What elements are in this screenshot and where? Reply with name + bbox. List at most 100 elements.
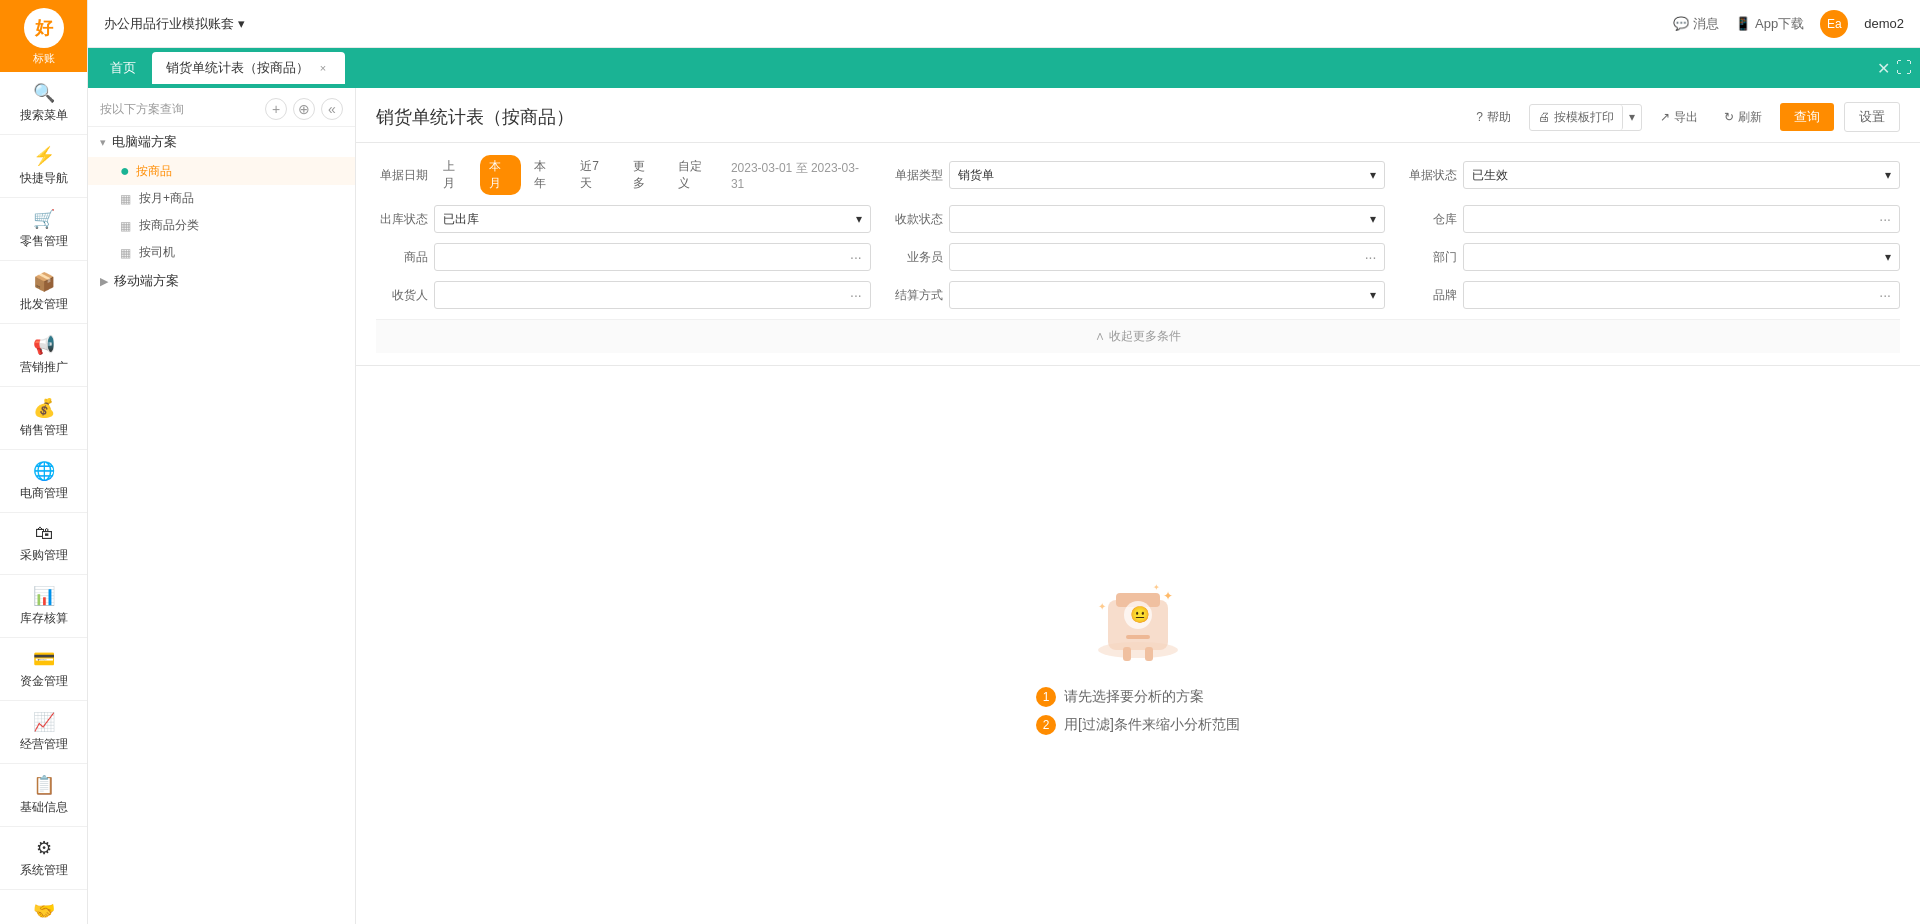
tree-group-mobile[interactable]: ▶ 移动端方案 [88,266,355,296]
page-title: 销货单统计表（按商品） [376,105,574,129]
user-name[interactable]: demo2 [1864,16,1904,31]
brand-dots-icon: ··· [1879,287,1891,303]
tree-sub-icon-1: ▦ [120,192,131,206]
collapse-bar[interactable]: ∧ 收起更多条件 [376,319,1900,353]
empty-state: 😐 ✦ ✦ ✦ 1 请先选择要分析的方案 [356,366,1920,924]
date-this-year-button[interactable]: 本年 [525,155,567,195]
sidebar-item-wholesale[interactable]: 📦 批发管理 [0,261,87,324]
doc-type-label: 单据类型 [891,167,943,184]
help-button[interactable]: ? 帮助 [1468,105,1519,130]
salesman-select[interactable]: ··· [949,243,1386,271]
sidebar-item-ecommerce[interactable]: 🌐 电商管理 [0,450,87,513]
sidebar-item-purchase[interactable]: 🛍 采购管理 [0,513,87,575]
export-button[interactable]: ↗ 导出 [1652,105,1706,130]
right-content: 销货单统计表（按商品） ? 帮助 🖨 按模板打印 ▾ [356,88,1920,924]
empty-illustration: 😐 ✦ ✦ ✦ [1078,555,1198,675]
chevron-down-icon-dept: ▾ [1885,250,1891,264]
collapse-label: ∧ 收起更多条件 [1095,329,1180,343]
dept-select[interactable]: ▾ [1463,243,1900,271]
tree-group-desktop[interactable]: ▾ 电脑端方案 [88,127,355,157]
sidebar-item-sales[interactable]: 💰 销售管理 [0,387,87,450]
window-maximize-icon[interactable]: ⛶ [1896,59,1912,77]
sidebar-item-finance[interactable]: 💳 资金管理 [0,638,87,701]
tabbar: 首页 销货单统计表（按商品） × ✕ ⛶ [88,48,1920,88]
basic-icon: 📋 [33,774,55,796]
doc-type-select[interactable]: 销货单 ▾ [949,161,1386,189]
sidebar-item-operation[interactable]: 📈 经营管理 [0,701,87,764]
app-download-button[interactable]: 📱 App下载 [1735,15,1804,33]
logo-area[interactable]: 好 标账 [0,0,87,72]
tree-item-label-2: 按月+商品 [139,190,194,207]
goods-select[interactable]: ··· [434,243,871,271]
search-icon: 🔍 [33,82,55,104]
collapse-panel-button[interactable]: « [321,98,343,120]
sidebar-item-inventory[interactable]: 📊 库存核算 [0,575,87,638]
download-icon: 📱 [1735,16,1751,31]
topbar-right: 💬 消息 📱 App下载 Ea demo2 [1673,10,1904,38]
page-actions: ? 帮助 🖨 按模板打印 ▾ ↗ 导出 [1468,102,1900,132]
enterprise-icon: 🤝 [33,900,55,922]
template-print-button[interactable]: 🖨 按模板打印 [1530,105,1623,130]
date-more-button[interactable]: 更多 [624,155,666,195]
industry-name: 办公用品行业模拟账套 [104,15,234,33]
date-last-month-button[interactable]: 上月 [434,155,476,195]
window-close-icon[interactable]: ✕ [1877,59,1890,78]
sidebar-item-search[interactable]: 🔍 搜索菜单 [0,72,87,135]
scheme-tree: ▾ 电脑端方案 ● 按商品 ▦ 按月+商品 ▦ 按商品分类 ▦ 按司 [88,127,355,296]
sidebar-item-system[interactable]: ⚙ 系统管理 [0,827,87,890]
doc-status-select[interactable]: 已生效 ▾ [1463,161,1900,189]
date-this-month-button[interactable]: 本月 [480,155,522,195]
collect-status-select[interactable]: ▾ [949,205,1386,233]
refresh-button[interactable]: ↻ 刷新 [1716,105,1770,130]
tab-report-label: 销货单统计表（按商品） [166,59,309,77]
avatar[interactable]: Ea [1820,10,1848,38]
settle-select[interactable]: ▾ [949,281,1386,309]
tab-close-icon[interactable]: × [315,60,331,76]
scheme-query-title: 按以下方案查询 [100,101,184,118]
tab-home[interactable]: 首页 [96,52,150,84]
tree-item-by-category[interactable]: ▦ 按商品分类 [88,212,355,239]
template-print-arrow-button[interactable]: ▾ [1623,106,1641,128]
filter-warehouse: 仓库 ··· [1405,205,1900,233]
date-filter: 上月 本月 本年 近7天 更多 自定义 2023-03-01 至 2023-03… [434,155,871,195]
tab-home-label: 首页 [110,59,136,77]
content-area: 按以下方案查询 + ⊕ « ▾ 电脑端方案 ● 按商品 ▦ [88,88,1920,924]
warehouse-out-select[interactable]: 已出库 ▾ [434,205,871,233]
topbar-left: 办公用品行业模拟账套 ▾ [104,15,245,33]
help-icon: ? [1476,110,1483,124]
svg-text:✦: ✦ [1153,583,1160,592]
warehouse-select[interactable]: ··· [1463,205,1900,233]
print-icon: 🖨 [1538,110,1550,124]
tree-item-by-product[interactable]: ● 按商品 [88,157,355,185]
tree-item-by-printer[interactable]: ▦ 按司机 [88,239,355,266]
topbar: 办公用品行业模拟账套 ▾ 💬 消息 📱 App下载 Ea demo2 [88,0,1920,48]
filter-dept: 部门 ▾ [1405,243,1900,271]
query-button[interactable]: 查询 [1780,103,1834,131]
filter-doc-status: 单据状态 已生效 ▾ [1405,161,1900,189]
receiver-select[interactable]: ··· [434,281,871,309]
settings-button[interactable]: 设置 [1844,102,1900,132]
date-7-days-button[interactable]: 近7天 [571,155,619,195]
brand-label: 品牌 [1405,287,1457,304]
add-scheme-button[interactable]: + [265,98,287,120]
sidebar-item-basic[interactable]: 📋 基础信息 [0,764,87,827]
industry-selector[interactable]: 办公用品行业模拟账套 ▾ [104,15,245,33]
tree-item-by-month-product[interactable]: ▦ 按月+商品 [88,185,355,212]
salesman-dots-icon: ··· [1365,249,1377,265]
svg-text:✦: ✦ [1098,601,1106,612]
tree-expand-icon: ▾ [100,136,106,149]
sidebar-item-marketing[interactable]: 📢 营销推广 [0,324,87,387]
sidebar-item-enterprise[interactable]: 🤝 企业协同 [0,890,87,924]
collect-status-label: 收款状态 [891,211,943,228]
more-dots-icon: ··· [1879,211,1891,227]
tab-report[interactable]: 销货单统计表（按商品） × [152,52,345,84]
date-custom-button[interactable]: 自定义 [669,155,723,195]
filter-doc-type: 单据类型 销货单 ▾ [891,161,1386,189]
message-button[interactable]: 💬 消息 [1673,15,1719,33]
sidebar-item-retail[interactable]: 🛒 零售管理 [0,198,87,261]
refresh-scheme-button[interactable]: ⊕ [293,98,315,120]
brand-select[interactable]: ··· [1463,281,1900,309]
receiver-label: 收货人 [376,287,428,304]
left-panel: 按以下方案查询 + ⊕ « ▾ 电脑端方案 ● 按商品 ▦ [88,88,356,924]
sidebar-item-nav[interactable]: ⚡ 快捷导航 [0,135,87,198]
